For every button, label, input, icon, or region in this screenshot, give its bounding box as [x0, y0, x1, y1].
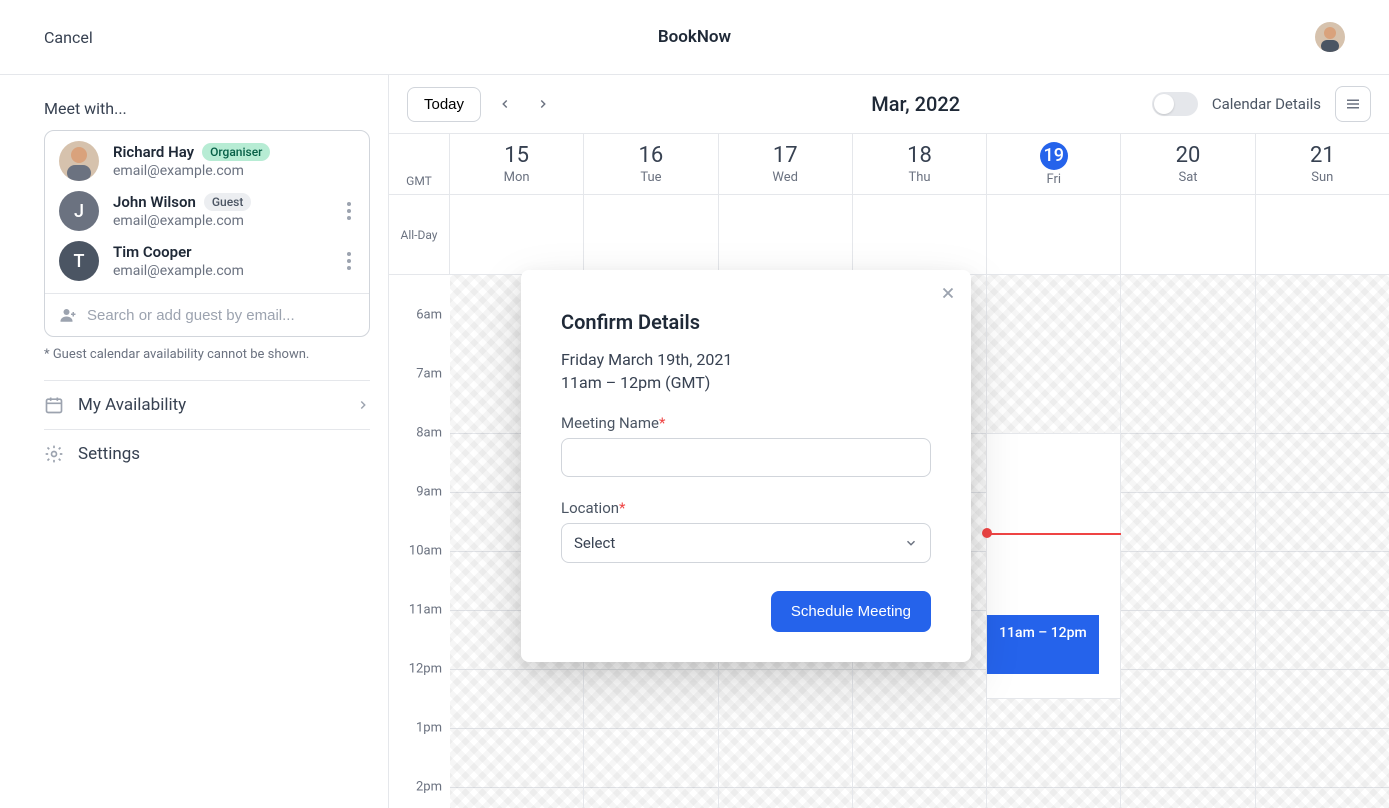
hour-label: 8am: [416, 426, 442, 441]
hour-label: 12pm: [409, 662, 442, 677]
topbar: Cancel BookNow: [0, 0, 1389, 75]
allday-cell[interactable]: [450, 195, 584, 274]
schedule-meeting-button[interactable]: Schedule Meeting: [771, 591, 931, 632]
menu-button[interactable]: [1335, 86, 1371, 122]
selected-event[interactable]: 11am – 12pm: [987, 615, 1099, 674]
gear-icon: [44, 444, 64, 464]
allday-label: All-Day: [389, 195, 450, 274]
allday-row: All-Day: [389, 195, 1389, 275]
hour-label: 6am: [416, 308, 442, 323]
day-grid-col[interactable]: [1121, 275, 1255, 808]
guest-name: John Wilson: [113, 193, 196, 211]
guest-badge: Guest: [204, 193, 251, 211]
guest-menu-button[interactable]: [343, 198, 355, 224]
guest-search-input[interactable]: [87, 307, 355, 324]
calendar-panel: Today Mar, 2022 Calendar Details GMT 15M…: [389, 75, 1389, 808]
cancel-button[interactable]: Cancel: [44, 28, 93, 47]
guest-name: Tim Cooper: [113, 243, 192, 261]
allday-cell[interactable]: [987, 195, 1121, 274]
guest-email: email@example.com: [113, 213, 251, 229]
calendar-month-title: Mar, 2022: [871, 92, 960, 116]
timezone-label: GMT: [389, 134, 450, 194]
day-column-header[interactable]: 21Sun: [1256, 134, 1389, 194]
app-title: BookNow: [658, 27, 731, 47]
organiser-badge: Organiser: [202, 143, 270, 161]
prev-week-button[interactable]: [491, 90, 519, 118]
hour-label: 11am: [409, 603, 442, 618]
add-guest-icon: [59, 306, 77, 324]
my-availability-link[interactable]: My Availability: [44, 381, 370, 429]
settings-label: Settings: [78, 444, 140, 464]
location-select-value: Select: [574, 534, 615, 552]
user-avatar[interactable]: [1315, 22, 1345, 52]
meeting-name-input[interactable]: [561, 438, 931, 477]
now-indicator-dot: [982, 528, 992, 538]
guest-row-organiser: Richard Hay Organiser email@example.com: [45, 131, 369, 185]
guest-email: email@example.com: [113, 263, 244, 279]
day-column-header-today[interactable]: 19Fri: [987, 134, 1121, 194]
calendar-details-label: Calendar Details: [1212, 95, 1321, 113]
allday-cell[interactable]: [584, 195, 718, 274]
today-button[interactable]: Today: [407, 87, 481, 122]
day-column-header[interactable]: 16Tue: [584, 134, 718, 194]
guests-card: Richard Hay Organiser email@example.com …: [44, 130, 370, 337]
allday-cell[interactable]: [1256, 195, 1389, 274]
sidebar: Meet with... Richard Hay Organiser email…: [0, 75, 389, 808]
my-availability-label: My Availability: [78, 395, 186, 415]
day-column-header[interactable]: 15Mon: [450, 134, 584, 194]
guest-avatar: [59, 141, 99, 181]
confirm-details-dialog: Confirm Details Friday March 19th, 2021 …: [521, 270, 971, 662]
guest-name: Richard Hay: [113, 143, 194, 161]
guest-email: email@example.com: [113, 163, 270, 179]
time-column: 6am 7am 8am 9am 10am 11am 12pm 1pm 2pm: [389, 275, 450, 808]
guest-avatar: J: [59, 191, 99, 231]
close-button[interactable]: [939, 284, 957, 302]
day-column-header[interactable]: 17Wed: [719, 134, 853, 194]
guest-menu-button[interactable]: [343, 248, 355, 274]
guest-search-row: [45, 293, 369, 336]
dialog-date: Friday March 19th, 2021: [561, 350, 931, 369]
location-select[interactable]: Select: [561, 523, 931, 563]
calendar-icon: [44, 395, 64, 415]
guest-footnote: * Guest calendar availability cannot be …: [44, 347, 370, 362]
hour-label: 2pm: [416, 780, 442, 795]
hour-label: 7am: [416, 367, 442, 382]
dialog-time: 11am – 12pm (GMT): [561, 373, 931, 392]
allday-cell[interactable]: [719, 195, 853, 274]
allday-cell[interactable]: [1121, 195, 1255, 274]
meeting-name-label: Meeting Name*: [561, 414, 931, 432]
calendar-days-header: GMT 15Mon 16Tue 17Wed 18Thu 19Fri 20Sat …: [389, 133, 1389, 195]
guest-row: J John Wilson Guest email@example.com: [45, 185, 369, 235]
day-grid-col-today[interactable]: 11am – 12pm: [987, 275, 1121, 808]
day-column-header[interactable]: 20Sat: [1121, 134, 1255, 194]
now-indicator-line: [987, 533, 1121, 535]
event-time-label: 11am – 12pm: [999, 625, 1087, 641]
chevron-down-icon: [904, 536, 918, 550]
location-label: Location*: [561, 499, 931, 517]
allday-cell[interactable]: [853, 195, 987, 274]
calendar-details-toggle[interactable]: [1152, 92, 1198, 116]
day-column-header[interactable]: 18Thu: [853, 134, 987, 194]
chevron-right-icon: [356, 398, 370, 412]
guest-row: T Tim Cooper email@example.com: [45, 235, 369, 293]
next-week-button[interactable]: [529, 90, 557, 118]
calendar-toolbar: Today Mar, 2022 Calendar Details: [389, 75, 1389, 133]
guest-avatar: T: [59, 241, 99, 281]
day-grid-col[interactable]: [1256, 275, 1389, 808]
hour-label: 1pm: [416, 721, 442, 736]
dialog-title: Confirm Details: [561, 310, 931, 334]
meet-with-label: Meet with...: [44, 99, 370, 118]
settings-link[interactable]: Settings: [44, 430, 370, 478]
hour-label: 10am: [409, 544, 442, 559]
hour-label: 9am: [416, 485, 442, 500]
